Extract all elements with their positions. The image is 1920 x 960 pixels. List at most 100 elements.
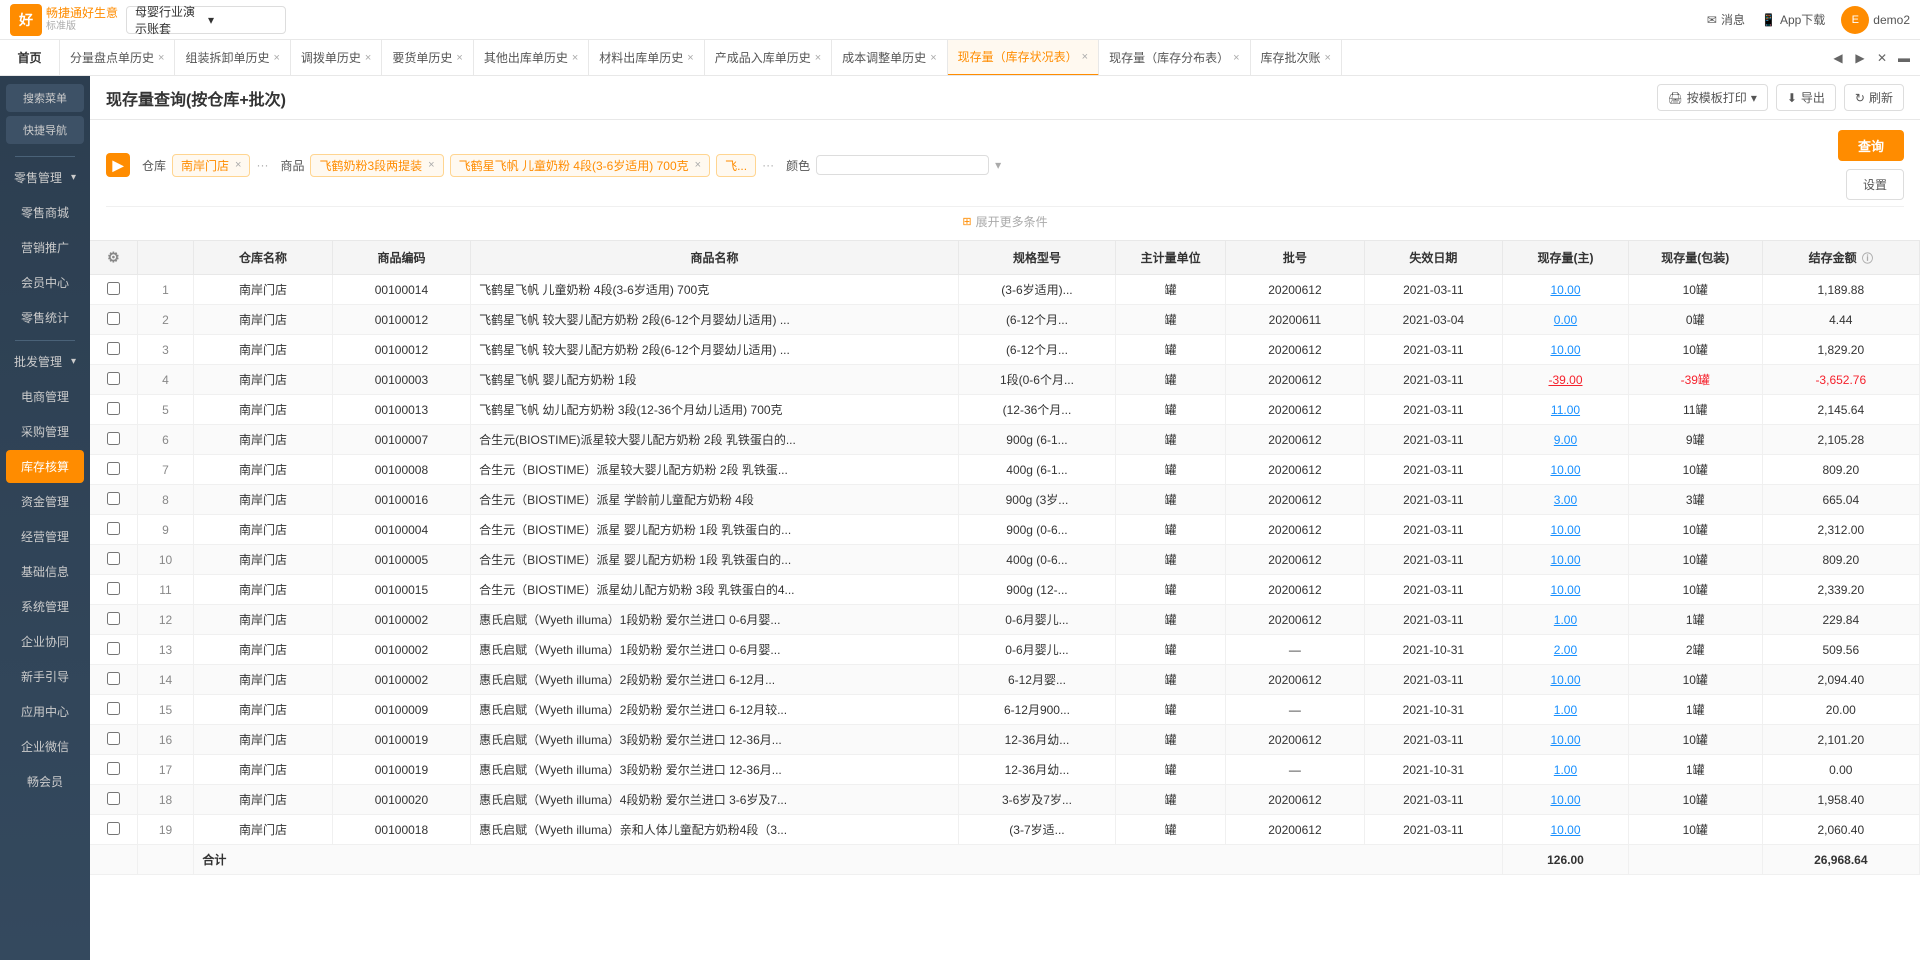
tab-close-stock-status[interactable]: × bbox=[1082, 51, 1088, 63]
row-checkbox[interactable] bbox=[90, 605, 137, 635]
sidebar-item-purchase[interactable]: 采购管理 bbox=[6, 415, 84, 448]
sidebar-item-system[interactable]: 系统管理 bbox=[6, 590, 84, 623]
settings-btn[interactable]: 设置 bbox=[1846, 169, 1904, 200]
row-stock-main[interactable]: 2.00 bbox=[1503, 635, 1629, 665]
row-checkbox[interactable] bbox=[90, 665, 137, 695]
tab-close-other-out[interactable]: × bbox=[572, 52, 578, 64]
row-checkbox[interactable] bbox=[90, 785, 137, 815]
row-stock-main[interactable]: 10.00 bbox=[1503, 815, 1629, 845]
tab-prev-btn[interactable]: ◀ bbox=[1828, 48, 1848, 68]
sidebar-item-wholesale[interactable]: 批发管理 ▾ bbox=[6, 345, 84, 378]
tab-material-out[interactable]: 材料出库单历史× bbox=[589, 40, 704, 76]
tab-close-zu-zhuang[interactable]: × bbox=[273, 52, 279, 64]
col-settings[interactable]: ⚙ bbox=[90, 241, 137, 275]
sidebar-item-guide[interactable]: 新手引导 bbox=[6, 660, 84, 693]
row-stock-main[interactable]: 10.00 bbox=[1503, 725, 1629, 755]
row-checkbox[interactable] bbox=[90, 395, 137, 425]
row-stock-main[interactable]: 10.00 bbox=[1503, 545, 1629, 575]
settings-icon[interactable]: ⚙ bbox=[107, 249, 120, 265]
tab-close-cost-adjust[interactable]: × bbox=[930, 52, 936, 64]
refresh-btn[interactable]: ↻ 刷新 bbox=[1844, 84, 1904, 111]
tab-fen-pan[interactable]: 分量盘点单历史× bbox=[60, 40, 175, 76]
sidebar-item-member2[interactable]: 畅会员 bbox=[6, 765, 84, 798]
row-checkbox[interactable] bbox=[90, 425, 137, 455]
tab-diao-bo[interactable]: 调拨单历史× bbox=[291, 40, 382, 76]
sidebar-item-apps[interactable]: 应用中心 bbox=[6, 695, 84, 728]
sidebar-item-ecommerce[interactable]: 电商管理 bbox=[6, 380, 84, 413]
row-stock-main[interactable]: 10.00 bbox=[1503, 275, 1629, 305]
tab-zu-zhuang[interactable]: 组装拆卸单历史× bbox=[175, 40, 290, 76]
filter-expand-btn[interactable]: ▶ bbox=[106, 153, 130, 177]
sidebar-item-retail-stat[interactable]: 零售统计 bbox=[6, 301, 84, 334]
product-tag2-close[interactable]: × bbox=[695, 159, 701, 171]
tab-other-out[interactable]: 其他出库单历史× bbox=[474, 40, 589, 76]
filter-expand-row[interactable]: ⊞ 展开更多条件 bbox=[106, 206, 1904, 230]
sidebar-item-finance[interactable]: 资金管理 bbox=[6, 485, 84, 518]
sidebar-item-member[interactable]: 会员中心 bbox=[6, 266, 84, 299]
sidebar-item-wechat[interactable]: 企业微信 bbox=[6, 730, 84, 763]
row-checkbox[interactable] bbox=[90, 755, 137, 785]
row-stock-main[interactable]: 10.00 bbox=[1503, 515, 1629, 545]
warehouse-tag[interactable]: 南岸门店 × bbox=[172, 154, 250, 177]
tab-close-yao-huo[interactable]: × bbox=[456, 52, 462, 64]
product-tag1[interactable]: 飞鹤奶粉3段两提装 × bbox=[310, 154, 443, 177]
sidebar-item-retail-mgmt[interactable]: 零售管理 ▾ bbox=[6, 161, 84, 194]
row-checkbox[interactable] bbox=[90, 275, 137, 305]
row-checkbox[interactable] bbox=[90, 485, 137, 515]
row-checkbox[interactable] bbox=[90, 455, 137, 485]
tab-close-fen-pan[interactable]: × bbox=[158, 52, 164, 64]
sidebar-quick-nav[interactable]: 快捷导航 bbox=[6, 116, 84, 144]
row-stock-main[interactable]: 11.00 bbox=[1503, 395, 1629, 425]
row-checkbox[interactable] bbox=[90, 635, 137, 665]
row-stock-main[interactable]: 10.00 bbox=[1503, 665, 1629, 695]
row-checkbox[interactable] bbox=[90, 365, 137, 395]
tab-home[interactable]: 首页 bbox=[0, 40, 60, 76]
print-btn[interactable]: 🖨 按模板打印 ▾ bbox=[1657, 84, 1768, 111]
row-stock-main[interactable]: 10.00 bbox=[1503, 575, 1629, 605]
row-stock-main[interactable]: 3.00 bbox=[1503, 485, 1629, 515]
row-checkbox[interactable] bbox=[90, 335, 137, 365]
user-avatar-area[interactable]: E demo2 bbox=[1841, 6, 1910, 34]
app-download-btn[interactable]: 📱 App下载 bbox=[1761, 11, 1825, 28]
row-checkbox[interactable] bbox=[90, 305, 137, 335]
row-checkbox[interactable] bbox=[90, 815, 137, 845]
tab-close-material-out[interactable]: × bbox=[687, 52, 693, 64]
sidebar-item-marketing[interactable]: 营销推广 bbox=[6, 231, 84, 264]
warehouse-more[interactable]: ··· bbox=[256, 158, 268, 172]
account-selector[interactable]: 母婴行业演示账套 ▾ bbox=[126, 6, 286, 34]
row-stock-main[interactable]: 9.00 bbox=[1503, 425, 1629, 455]
sidebar-item-retail-shop[interactable]: 零售商城 bbox=[6, 196, 84, 229]
row-stock-main[interactable]: -39.00 bbox=[1503, 365, 1629, 395]
sidebar-item-stock[interactable]: 库存核算 bbox=[6, 450, 84, 483]
row-stock-main[interactable]: 10.00 bbox=[1503, 785, 1629, 815]
tab-close-stock-dist[interactable]: × bbox=[1233, 52, 1239, 64]
sidebar-item-collab[interactable]: 企业协同 bbox=[6, 625, 84, 658]
row-stock-main[interactable]: 10.00 bbox=[1503, 455, 1629, 485]
product-more[interactable]: ··· bbox=[762, 158, 774, 172]
sidebar-search[interactable]: 搜索菜单 bbox=[6, 84, 84, 112]
product-tag3[interactable]: 飞... bbox=[716, 154, 756, 177]
row-stock-main[interactable]: 1.00 bbox=[1503, 695, 1629, 725]
export-btn[interactable]: ⬇ 导出 bbox=[1776, 84, 1836, 111]
balance-info-icon[interactable]: ⓘ bbox=[1862, 253, 1873, 265]
row-stock-main[interactable]: 1.00 bbox=[1503, 605, 1629, 635]
product-tag1-close[interactable]: × bbox=[428, 159, 434, 171]
tab-close-product-in[interactable]: × bbox=[815, 52, 821, 64]
tab-stock-batch[interactable]: 库存批次账× bbox=[1251, 40, 1342, 76]
product-tag2[interactable]: 飞鹤星飞帆 儿童奶粉 4段(3-6岁适用) 700克 × bbox=[450, 154, 710, 177]
tab-close-all-btn[interactable]: ✕ bbox=[1872, 48, 1892, 68]
color-dropdown-icon[interactable]: ▾ bbox=[995, 158, 1001, 172]
tab-yao-huo[interactable]: 要货单历史× bbox=[382, 40, 473, 76]
tab-cost-adjust[interactable]: 成本调整单历史× bbox=[832, 40, 947, 76]
tab-stock-status[interactable]: 现存量（库存状况表）× bbox=[948, 40, 1099, 76]
tab-product-in[interactable]: 产成品入库单历史× bbox=[705, 40, 832, 76]
message-btn[interactable]: ✉ 消息 bbox=[1707, 11, 1745, 28]
tab-next-btn[interactable]: ▶ bbox=[1850, 48, 1870, 68]
sidebar-item-operations[interactable]: 经营管理 bbox=[6, 520, 84, 553]
row-stock-main[interactable]: 0.00 bbox=[1503, 305, 1629, 335]
row-checkbox[interactable] bbox=[90, 515, 137, 545]
warehouse-tag-close[interactable]: × bbox=[235, 159, 241, 171]
color-input[interactable] bbox=[816, 155, 989, 175]
tab-menu-btn[interactable]: ▬ bbox=[1894, 48, 1914, 68]
query-btn[interactable]: 查询 bbox=[1838, 130, 1904, 161]
